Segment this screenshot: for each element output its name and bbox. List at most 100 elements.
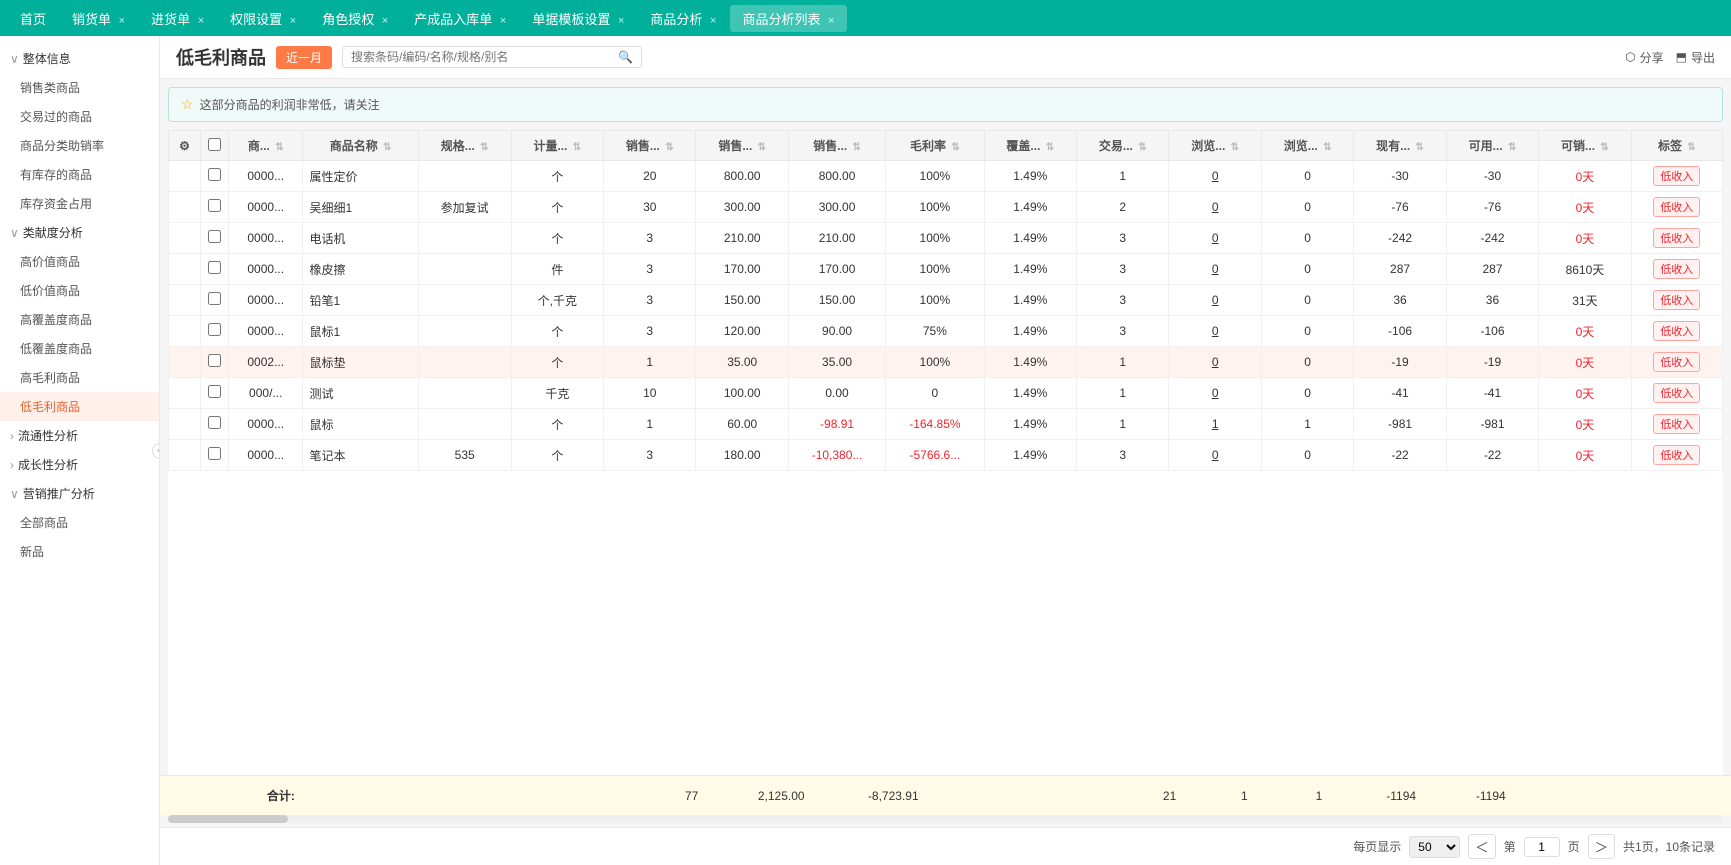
sidebar-item-low-margin[interactable]: 低毛利商品	[0, 392, 159, 421]
per-page-select[interactable]: 50 100 200	[1409, 836, 1460, 858]
col-gross-rate[interactable]: 毛利率 ⇅	[886, 131, 984, 161]
sidebar-section-marketing[interactable]: ∨ 营销推广分析	[0, 479, 159, 508]
sidebar-item-high-value[interactable]: 高价值商品	[0, 247, 159, 276]
sidebar-item-high-margin[interactable]: 高毛利商品	[0, 363, 159, 392]
row-unit: 个	[511, 316, 603, 347]
row-name: 鼠标垫	[303, 347, 418, 378]
row-coverage: 1.49%	[984, 347, 1076, 378]
row-view1[interactable]: 0	[1169, 254, 1261, 285]
export-button[interactable]: ⬒ 导出	[1676, 49, 1715, 66]
horizontal-scrollbar[interactable]	[168, 815, 1723, 823]
nav-analysis-close[interactable]: ×	[710, 15, 716, 27]
sidebar-item-new-goods[interactable]: 新品	[0, 537, 159, 566]
nav-product-in-close[interactable]: ×	[500, 15, 506, 27]
nav-role-close[interactable]: ×	[382, 15, 388, 27]
col-view1[interactable]: 浏览... ⇅	[1169, 131, 1261, 161]
nav-analysis-list-close[interactable]: ×	[828, 15, 834, 27]
row-tag: 低收入	[1631, 378, 1722, 409]
row-view2: 0	[1261, 192, 1353, 223]
col-sale-qty[interactable]: 销售... ⇅	[604, 131, 696, 161]
sort-icon-view1: ⇅	[1231, 142, 1239, 153]
col-sale-profit[interactable]: 销售... ⇅	[788, 131, 885, 161]
row-checkbox[interactable]	[208, 385, 221, 398]
col-coverage[interactable]: 覆盖... ⇅	[984, 131, 1076, 161]
prev-page-button[interactable]: ＜	[1468, 834, 1495, 859]
row-checkbox[interactable]	[208, 323, 221, 336]
row-view1[interactable]: 0	[1169, 285, 1261, 316]
row-checkbox[interactable]	[208, 292, 221, 305]
row-checkbox[interactable]	[208, 199, 221, 212]
search-icon[interactable]: 🔍	[618, 50, 633, 64]
share-button[interactable]: ⬡ 分享	[1625, 49, 1664, 66]
filter-period-button[interactable]: 近一月	[276, 46, 332, 69]
nav-product-in[interactable]: 产成品入库单 ×	[402, 5, 518, 32]
sidebar-item-traded-goods[interactable]: 交易过的商品	[0, 102, 159, 131]
sidebar-section-contribution[interactable]: ∨ 类献度分析	[0, 218, 159, 247]
row-checkbox[interactable]	[208, 447, 221, 460]
settings-icon[interactable]: ⚙	[179, 139, 190, 153]
row-checkbox-cell	[201, 440, 229, 471]
nav-sales-close[interactable]: ×	[119, 15, 125, 27]
search-input[interactable]	[351, 50, 614, 64]
col-settings[interactable]: ⚙	[169, 131, 201, 161]
row-checkbox[interactable]	[208, 354, 221, 367]
nav-template[interactable]: 单据模板设置 ×	[520, 5, 636, 32]
row-trade: 1	[1077, 347, 1169, 378]
sidebar-item-category-rate[interactable]: 商品分类助销率	[0, 131, 159, 160]
sidebar-section-overall[interactable]: ∨ 整体信息	[0, 44, 159, 73]
row-view1[interactable]: 0	[1169, 347, 1261, 378]
sidebar-section-growth[interactable]: › 成长性分析	[0, 450, 159, 479]
row-view1[interactable]: 0	[1169, 316, 1261, 347]
sidebar-section-overall-label: 整体信息	[23, 50, 71, 67]
row-gross-rate: 0	[886, 378, 984, 409]
nav-permission[interactable]: 权限设置 ×	[218, 5, 308, 32]
table-row: 0000... 属性定价 个 20 800.00 800.00 100% 1.4…	[169, 161, 1723, 192]
col-unit[interactable]: 计量... ⇅	[511, 131, 603, 161]
col-trade[interactable]: 交易... ⇅	[1077, 131, 1169, 161]
sidebar-item-stocked-goods[interactable]: 有库存的商品	[0, 160, 159, 189]
col-available[interactable]: 可用... ⇅	[1446, 131, 1538, 161]
row-view1[interactable]: 0	[1169, 161, 1261, 192]
nav-permission-close[interactable]: ×	[290, 15, 296, 27]
row-view1[interactable]: 1	[1169, 409, 1261, 440]
sidebar-item-low-value[interactable]: 低价值商品	[0, 276, 159, 305]
sidebar-section-flow[interactable]: › 流通性分析	[0, 421, 159, 450]
nav-role[interactable]: 角色授权 ×	[310, 5, 400, 32]
page-input[interactable]	[1524, 837, 1560, 857]
select-all-checkbox[interactable]	[208, 138, 221, 151]
row-available: 287	[1446, 254, 1538, 285]
col-spec[interactable]: 规格... ⇅	[418, 131, 511, 161]
row-settings	[169, 409, 201, 440]
row-checkbox[interactable]	[208, 168, 221, 181]
row-checkbox[interactable]	[208, 230, 221, 243]
nav-analysis-list[interactable]: 商品分析列表 ×	[730, 5, 846, 32]
row-checkbox[interactable]	[208, 416, 221, 429]
page-title: 低毛利商品	[176, 44, 266, 70]
sidebar-item-high-coverage[interactable]: 高覆盖度商品	[0, 305, 159, 334]
nav-home[interactable]: 首页	[8, 5, 58, 32]
row-view1[interactable]: 0	[1169, 223, 1261, 254]
col-sale-price[interactable]: 销售... ⇅	[696, 131, 788, 161]
scrollbar-thumb[interactable]	[168, 815, 288, 823]
next-page-button[interactable]: ＞	[1588, 834, 1615, 859]
sidebar-item-low-coverage[interactable]: 低覆盖度商品	[0, 334, 159, 363]
nav-purchase-close[interactable]: ×	[198, 15, 204, 27]
row-view1[interactable]: 0	[1169, 440, 1261, 471]
col-tag[interactable]: 标签 ⇅	[1631, 131, 1722, 161]
col-name[interactable]: 商品名称 ⇅	[303, 131, 418, 161]
nav-analysis[interactable]: 商品分析 ×	[638, 5, 728, 32]
col-view2[interactable]: 浏览... ⇅	[1261, 131, 1353, 161]
row-checkbox[interactable]	[208, 261, 221, 274]
col-code[interactable]: 商... ⇅	[229, 131, 303, 161]
nav-template-close[interactable]: ×	[618, 15, 624, 27]
total-data-row: 合计: 77 2,125.00 -8,723.91 21 1 1 -1194 -…	[176, 782, 1715, 809]
sidebar-item-all-goods[interactable]: 全部商品	[0, 508, 159, 537]
row-view1[interactable]: 0	[1169, 378, 1261, 409]
row-view1[interactable]: 0	[1169, 192, 1261, 223]
col-saleable[interactable]: 可销... ⇅	[1539, 131, 1631, 161]
nav-sales[interactable]: 销货单 ×	[60, 5, 137, 32]
nav-purchase[interactable]: 进货单 ×	[139, 5, 216, 32]
col-stock[interactable]: 现有... ⇅	[1354, 131, 1446, 161]
sidebar-item-stock-capital[interactable]: 库存资金占用	[0, 189, 159, 218]
sidebar-item-sales-goods[interactable]: 销售类商品	[0, 73, 159, 102]
